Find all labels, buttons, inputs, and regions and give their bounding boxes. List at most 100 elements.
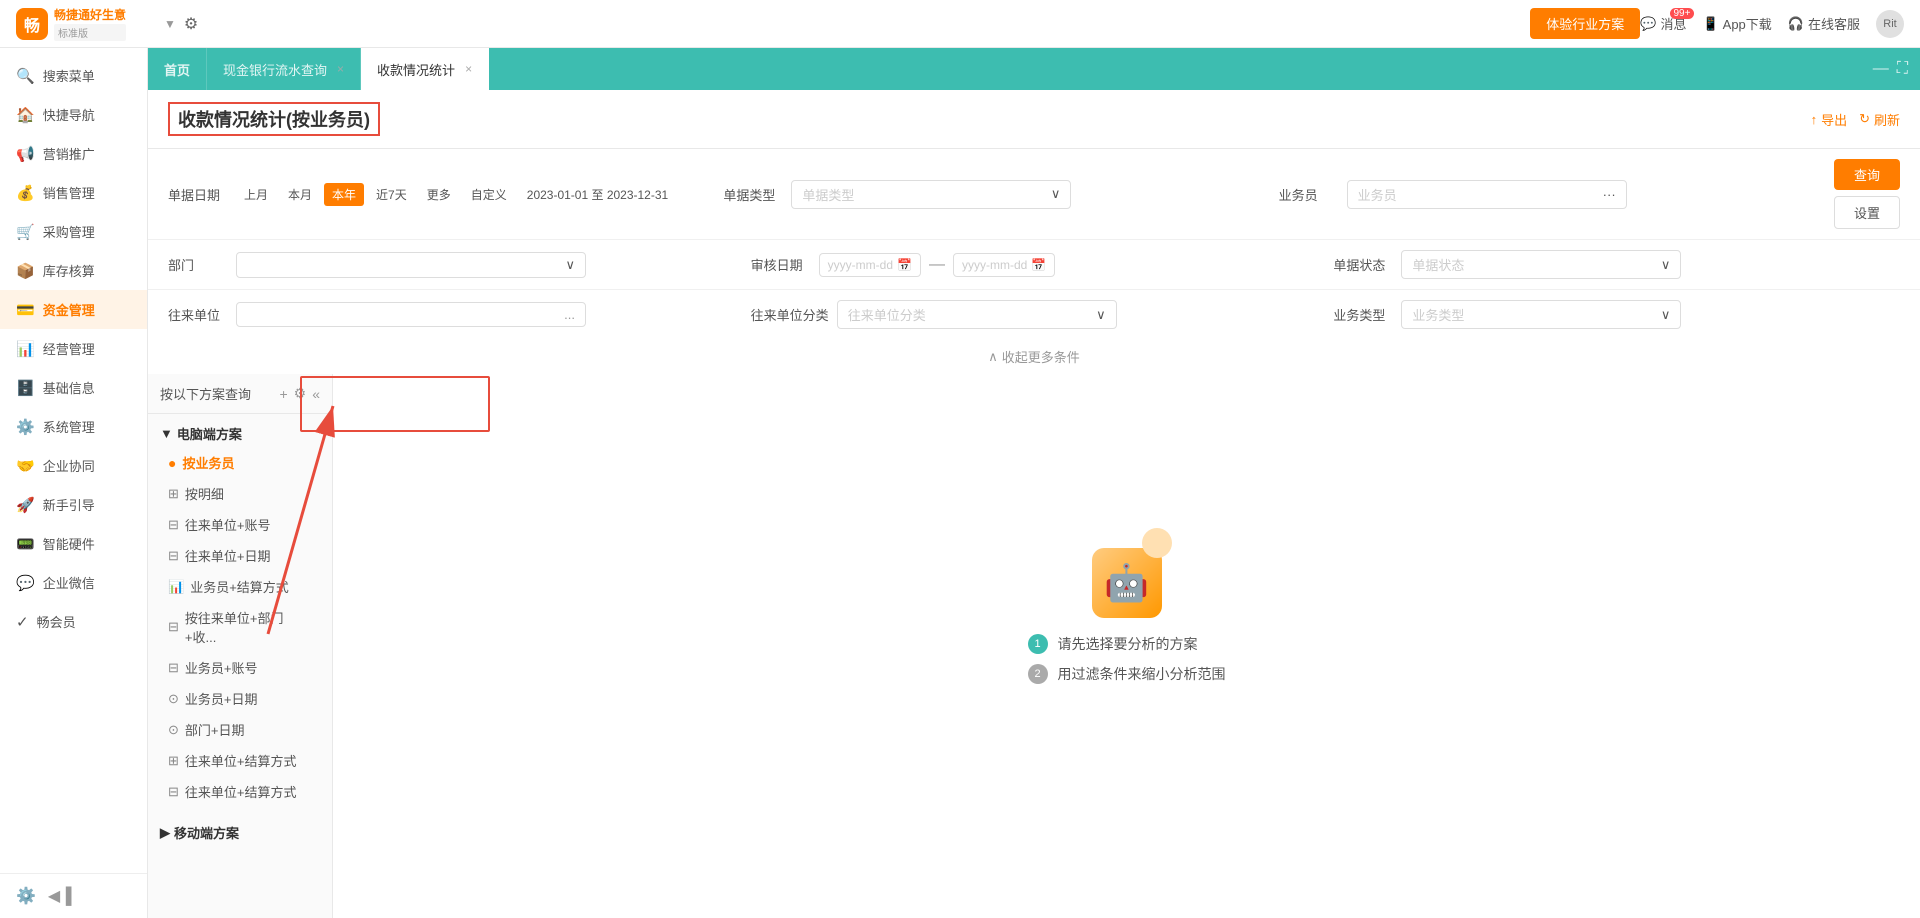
scheme-group-desktop-header[interactable]: ▼ 电脑端方案 xyxy=(148,420,332,447)
collapse-more-button[interactable]: ∧ 收起更多条件 xyxy=(148,339,1920,374)
chevron-down-icon: ▼ xyxy=(160,426,173,441)
sidebar: 🔍 搜索菜单 🏠 快捷导航 📢 营销推广 💰 销售管理 🛒 采购管理 📦 xyxy=(0,48,148,918)
user-avatar[interactable]: Rit xyxy=(1876,10,1904,38)
date-tab-custom[interactable]: 自定义 xyxy=(463,183,515,206)
scheme-settings-icon[interactable]: ⚙ xyxy=(294,385,307,402)
business-type-group: 业务类型 业务类型 ∨ xyxy=(1333,300,1900,329)
scheme-item-partner-settlement-2[interactable]: ⊟ 往来单位+结算方式 xyxy=(148,776,332,807)
sidebar-item-operations[interactable]: 📊 经营管理 xyxy=(0,329,147,368)
scheme-item-by-salesperson[interactable]: ● 按业务员 xyxy=(148,447,332,478)
salesperson-dropdown[interactable]: 业务员 ··· xyxy=(1347,180,1627,209)
business-type-dropdown[interactable]: 业务类型 ∨ xyxy=(1401,300,1681,329)
export-button[interactable]: ↑ 导出 xyxy=(1811,110,1848,129)
export-icon: ↑ xyxy=(1811,112,1818,127)
sidebar-item-enterprise[interactable]: 🤝 企业协同 xyxy=(0,446,147,485)
sidebar-item-guide[interactable]: 🚀 新手引导 xyxy=(0,485,147,524)
message-item[interactable]: 💬 消息 99+ xyxy=(1640,14,1686,33)
refresh-button[interactable]: ↻ 刷新 xyxy=(1859,110,1900,129)
scheme-collapse-icon[interactable]: « xyxy=(312,386,320,402)
settings-button[interactable]: 设置 xyxy=(1834,196,1900,229)
review-date-start-text: yyyy-mm-dd xyxy=(828,258,893,272)
sidebar-item-wechat[interactable]: 💬 企业微信 xyxy=(0,563,147,602)
robot-illustration: 🤖 xyxy=(1082,528,1172,618)
scheme-item-partner-dept[interactable]: ⊟ 按往来单位+部门+收... xyxy=(148,602,332,652)
tab-maximize-icon[interactable]: ⛶ xyxy=(1897,60,1908,78)
counterparty-more-icon[interactable]: ... xyxy=(564,307,575,322)
scheme-item-partner-account[interactable]: ⊟ 往来单位+账号 xyxy=(148,509,332,540)
filter-area: 单据日期 上月 本月 本年 近7天 更多 自定义 2023-01-01 至 20… xyxy=(148,149,1920,374)
counterparty-dropdown[interactable]: ... xyxy=(236,302,586,327)
scheme-item-partner-settlement-1[interactable]: ⊞ 往来单位+结算方式 xyxy=(148,745,332,776)
salesperson-account-icon: ⊟ xyxy=(168,660,179,676)
scheme-item-by-detail[interactable]: ⊞ 按明细 xyxy=(148,478,332,509)
tab-home[interactable]: 首页 xyxy=(148,48,207,90)
scheme-item-label: 往来单位+结算方式 xyxy=(185,751,297,770)
tab-collection-stats[interactable]: 收款情况统计 × xyxy=(361,48,489,90)
scheme-item-label: 往来单位+账号 xyxy=(185,515,271,534)
online-service-item[interactable]: 🎧 在线客服 xyxy=(1788,14,1860,33)
scheme-item-dept-date[interactable]: ⊙ 部门+日期 xyxy=(148,714,332,745)
sidebar-item-label: 采购管理 xyxy=(43,222,95,241)
app-download-item[interactable]: 📱 App下载 xyxy=(1702,14,1771,33)
tab-bank-flow[interactable]: 现金银行流水查询 × xyxy=(207,48,361,90)
service-icon: 🎧 xyxy=(1788,16,1804,32)
review-date-end[interactable]: yyyy-mm-dd 📅 xyxy=(953,253,1055,277)
counterparty-category-dropdown[interactable]: 往来单位分类 ∨ xyxy=(837,300,1117,329)
scheme-item-partner-date[interactable]: ⊟ 往来单位+日期 xyxy=(148,540,332,571)
voucher-type-dropdown[interactable]: 单据类型 ∨ xyxy=(791,180,1071,209)
sidebar-item-system[interactable]: ⚙️ 系统管理 xyxy=(0,407,147,446)
main-wrapper: 🔍 搜索菜单 🏠 快捷导航 📢 营销推广 💰 销售管理 🛒 采购管理 📦 xyxy=(0,48,1920,918)
voucher-status-chevron-icon: ∨ xyxy=(1661,257,1671,273)
sidebar-item-member[interactable]: ✓ 畅会员 xyxy=(0,602,147,641)
date-tab-last-month[interactable]: 上月 xyxy=(236,183,276,206)
sidebar-settings-icon[interactable]: ⚙️ xyxy=(16,886,36,906)
inventory-icon: 📦 xyxy=(16,262,35,280)
department-chevron-icon: ∨ xyxy=(565,257,575,273)
date-tab-this-month[interactable]: 本月 xyxy=(280,183,320,206)
date-tab-7days[interactable]: 近7天 xyxy=(368,183,415,206)
tab-collection-stats-label: 收款情况统计 xyxy=(377,60,455,79)
tab-bar: 首页 现金银行流水查询 × 收款情况统计 × — ⛶ xyxy=(148,48,1920,90)
sidebar-item-inventory[interactable]: 📦 库存核算 xyxy=(0,251,147,290)
department-dropdown[interactable]: ∨ xyxy=(236,252,586,278)
scheme-item-salesperson-settlement[interactable]: 📊 业务员+结算方式 xyxy=(148,571,332,602)
department-label: 部门 xyxy=(168,255,228,274)
sidebar-item-marketing[interactable]: 📢 营销推广 xyxy=(0,134,147,173)
tab-minimize-icon[interactable]: — xyxy=(1873,60,1889,78)
scheme-item-salesperson-date[interactable]: ⊙ 业务员+日期 xyxy=(148,683,332,714)
partner-dept-icon: ⊟ xyxy=(168,619,179,635)
sidebar-item-hardware[interactable]: 📟 智能硬件 xyxy=(0,524,147,563)
trial-button[interactable]: 体验行业方案 xyxy=(1530,8,1640,39)
tab-collection-stats-close[interactable]: × xyxy=(465,62,472,76)
nav-dropdown[interactable]: ▼ xyxy=(164,17,176,31)
logo-badge: 标准版 xyxy=(54,24,126,41)
header-search-area: ▼ ⚙ xyxy=(164,14,1522,34)
quick-nav-icon: 🏠 xyxy=(16,106,35,124)
tab-bar-actions: — ⛶ xyxy=(1873,60,1920,78)
partner-date-icon: ⊟ xyxy=(168,548,179,564)
sidebar-item-sales[interactable]: 💰 销售管理 xyxy=(0,173,147,212)
date-tab-more[interactable]: 更多 xyxy=(419,183,459,206)
scheme-group-mobile-header[interactable]: ▶ 移动端方案 xyxy=(148,819,332,846)
sidebar-item-purchase[interactable]: 🛒 采购管理 xyxy=(0,212,147,251)
sidebar-item-finance[interactable]: 💳 资金管理 xyxy=(0,290,147,329)
sidebar-item-quick-nav[interactable]: 🏠 快捷导航 xyxy=(0,95,147,134)
sidebar-item-basic[interactable]: 🗄️ 基础信息 xyxy=(0,368,147,407)
date-tab-this-year[interactable]: 本年 xyxy=(324,183,364,206)
filter-row-3: 往来单位 ... 往来单位分类 往来单位分类 ∨ xyxy=(148,290,1920,339)
partner-settlement1-icon: ⊞ xyxy=(168,753,179,769)
operations-icon: 📊 xyxy=(16,340,35,358)
voucher-status-dropdown[interactable]: 单据状态 ∨ xyxy=(1401,250,1681,279)
scheme-add-icon[interactable]: + xyxy=(279,386,287,402)
tab-bank-flow-close[interactable]: × xyxy=(337,62,344,76)
sidebar-item-search-menu[interactable]: 🔍 搜索菜单 xyxy=(0,56,147,95)
query-button[interactable]: 查询 xyxy=(1834,159,1900,190)
tab-home-label: 首页 xyxy=(164,60,190,79)
step-num-1: 1 xyxy=(1028,634,1048,654)
tab-bank-flow-label: 现金银行流水查询 xyxy=(223,60,327,79)
sidebar-collapse-icon[interactable]: ◀▐ xyxy=(48,886,72,906)
review-date-start[interactable]: yyyy-mm-dd 📅 xyxy=(819,253,921,277)
step-2-label: 用过滤条件来缩小分析范围 xyxy=(1058,664,1226,684)
scheme-item-salesperson-account[interactable]: ⊟ 业务员+账号 xyxy=(148,652,332,683)
gear-icon[interactable]: ⚙ xyxy=(184,14,198,34)
